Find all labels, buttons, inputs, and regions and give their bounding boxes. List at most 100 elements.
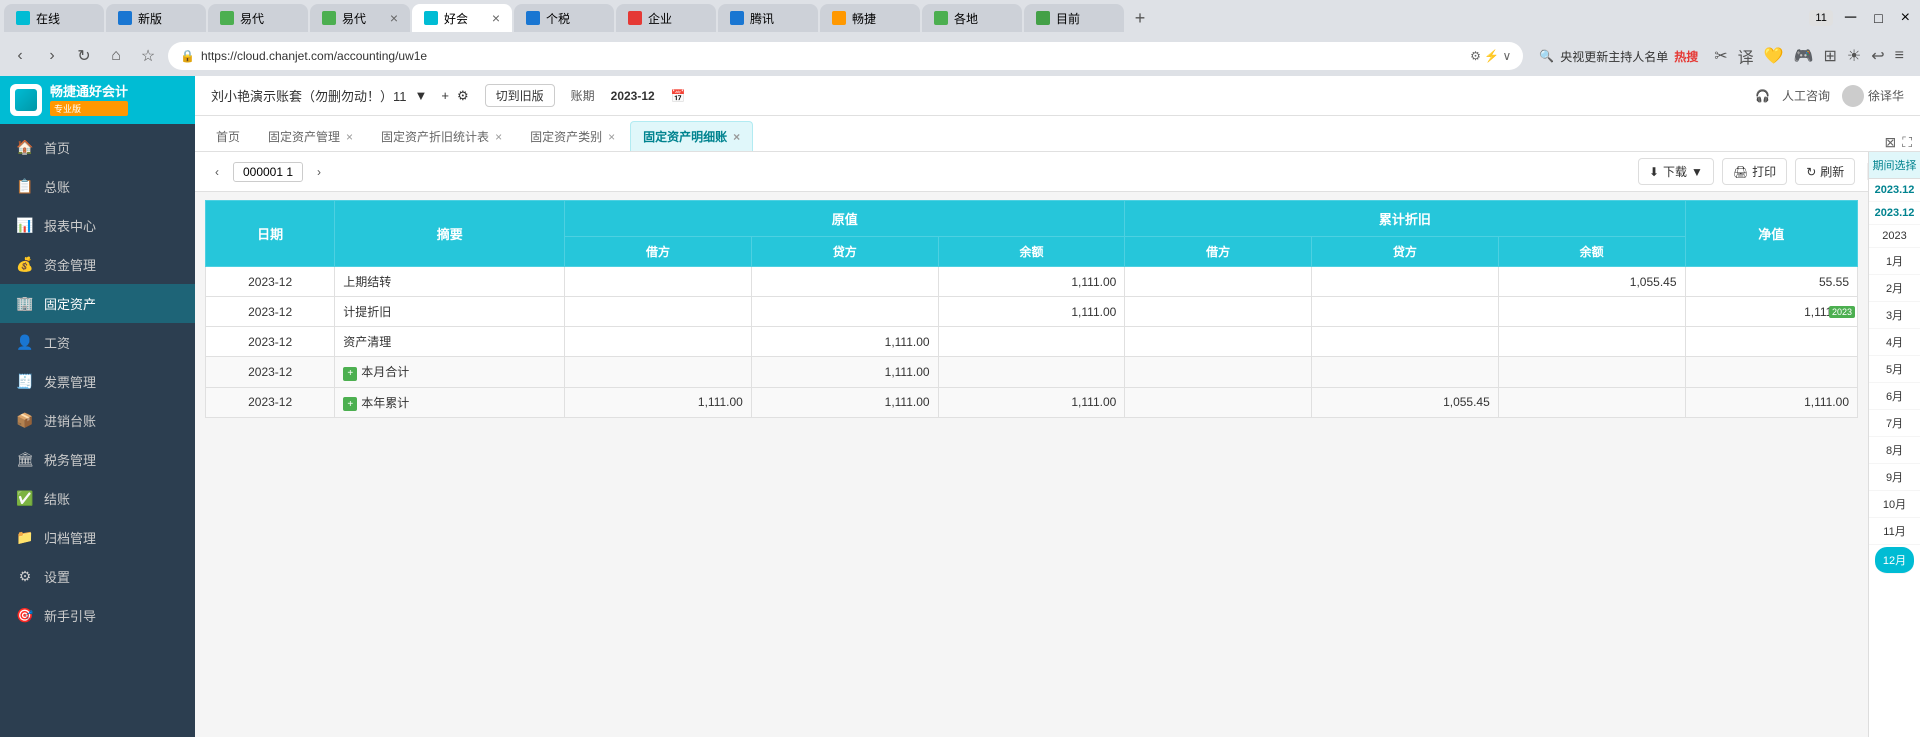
- invoice-icon: 🧾: [16, 373, 34, 391]
- add-account-btn[interactable]: +: [441, 88, 449, 103]
- period-month-5[interactable]: 5月: [1869, 356, 1920, 383]
- sidebar-label-archive: 归档管理: [44, 528, 96, 547]
- next-page-btn[interactable]: ›: [309, 162, 329, 182]
- app-header: 刘小艳演示账套（勿删勿动！）11 ▼ + ⚙ 切到旧版 账期 2023-12 📅…: [195, 76, 1920, 116]
- address-box[interactable]: 🔒 https://cloud.chanjet.com/accounting/u…: [168, 42, 1523, 70]
- account-info: 刘小艳演示账套（勿删勿动！）11 ▼ + ⚙: [211, 86, 469, 105]
- tab-fixed-asset-mgmt-label: 固定资产管理: [268, 128, 340, 145]
- history-icon[interactable]: ↩: [1871, 46, 1884, 66]
- sidebar-item-fixed-assets[interactable]: 🏢 固定资产: [0, 284, 195, 323]
- tab-expand-icon[interactable]: ⛶: [1902, 134, 1912, 151]
- period-month-10[interactable]: 10月: [1869, 491, 1920, 518]
- settings-small-icon[interactable]: ⚙: [457, 88, 469, 104]
- period-month-4[interactable]: 4月: [1869, 329, 1920, 356]
- scissors-icon[interactable]: ✂: [1714, 46, 1727, 66]
- tab-close-detail[interactable]: ×: [733, 130, 740, 144]
- dropdown-icon[interactable]: ▼: [415, 88, 428, 103]
- print-button[interactable]: 🖨 打印: [1722, 158, 1787, 185]
- prev-page-btn[interactable]: ‹: [207, 162, 227, 182]
- reload-button[interactable]: ↻: [72, 44, 96, 68]
- sidebar-item-funds[interactable]: 💰 资金管理: [0, 245, 195, 284]
- app-name: 畅捷通好会计: [50, 84, 128, 101]
- sidebar-item-ledger[interactable]: 📋 总账: [0, 167, 195, 206]
- game-icon[interactable]: 🎮: [1794, 46, 1814, 66]
- period-month-12[interactable]: 12月: [1875, 547, 1914, 574]
- period-month-11[interactable]: 11月: [1869, 518, 1920, 545]
- period-month-6[interactable]: 6月: [1869, 383, 1920, 410]
- col-date-header: 日期: [206, 201, 335, 267]
- sidebar-item-guide[interactable]: 🎯 新手引导: [0, 596, 195, 635]
- window-maximize-btn[interactable]: □: [1868, 10, 1888, 26]
- period-selected-start: 2023.12: [1869, 179, 1920, 202]
- translate-icon[interactable]: 译: [1738, 44, 1754, 68]
- period-year-2023[interactable]: 2023: [1869, 225, 1920, 248]
- tab-close-dep-stats[interactable]: ×: [495, 130, 502, 144]
- browser-tab-muqian[interactable]: 目前: [1024, 4, 1124, 32]
- tab-fullscreen-exit-icon[interactable]: ⊠: [1884, 134, 1896, 151]
- tab-close-fa-mgmt[interactable]: ×: [346, 130, 353, 144]
- tab-label: 各地: [954, 10, 1010, 27]
- tab-close-category[interactable]: ×: [608, 130, 615, 144]
- sidebar-item-closing[interactable]: ✅ 结账: [0, 479, 195, 518]
- menu-icon[interactable]: ≡: [1895, 47, 1904, 65]
- bookmark-button[interactable]: ☆: [136, 44, 160, 68]
- help-label[interactable]: 人工咨询: [1782, 87, 1830, 104]
- period-month-2[interactable]: 2月: [1869, 275, 1920, 302]
- brightness-icon[interactable]: ☀: [1847, 46, 1861, 66]
- switch-btn[interactable]: 切到旧版: [485, 84, 555, 107]
- period-month-7[interactable]: 7月: [1869, 410, 1920, 437]
- wallet-icon[interactable]: 💛: [1764, 46, 1784, 66]
- row4-orig-debit: [565, 357, 752, 388]
- download-button[interactable]: ⬇ 下载 ▼: [1638, 158, 1714, 185]
- secure-icon: 🔒: [180, 49, 195, 63]
- sidebar-item-inventory[interactable]: 📦 进销台账: [0, 401, 195, 440]
- browser-tab-yidai2[interactable]: 易代 ×: [310, 4, 410, 32]
- window-minimize-btn[interactable]: ─: [1839, 9, 1862, 27]
- period-month-1[interactable]: 1月: [1869, 248, 1920, 275]
- browser-tab-qiye[interactable]: 企业: [616, 4, 716, 32]
- calendar-icon[interactable]: 📅: [671, 89, 686, 103]
- tab-favicon: [832, 11, 846, 25]
- period-month-3[interactable]: 3月: [1869, 302, 1920, 329]
- row2-orig-debit: [565, 297, 752, 327]
- browser-tab-changjie[interactable]: 畅捷: [820, 4, 920, 32]
- browser-tab-online[interactable]: 在线: [4, 4, 104, 32]
- table-row-yearly-total: 2023-12 +本年累计 1,111.00 1,111.00 1,111.00…: [206, 387, 1858, 418]
- sidebar-item-reports[interactable]: 📊 报表中心: [0, 206, 195, 245]
- forward-button[interactable]: ›: [40, 44, 64, 68]
- tab-home[interactable]: 首页: [203, 121, 253, 151]
- browser-tab-tencent[interactable]: 腾讯: [718, 4, 818, 32]
- period-month-9[interactable]: 9月: [1869, 464, 1920, 491]
- tab-fixed-asset-mgmt[interactable]: 固定资产管理 ×: [255, 121, 366, 151]
- tab-close-icon[interactable]: ×: [390, 10, 398, 26]
- browser-tab-gedi[interactable]: 各地: [922, 4, 1022, 32]
- home-button[interactable]: ⌂: [104, 44, 128, 68]
- browser-tab-yidai1[interactable]: 易代: [208, 4, 308, 32]
- sidebar-item-invoice[interactable]: 🧾 发票管理: [0, 362, 195, 401]
- sidebar-item-archive[interactable]: 📁 归档管理: [0, 518, 195, 557]
- tab-close-icon[interactable]: ×: [492, 10, 500, 26]
- tab-asset-category-label: 固定资产类别: [530, 128, 602, 145]
- window-close-btn[interactable]: ×: [1895, 9, 1916, 27]
- tab-favicon: [220, 11, 234, 25]
- sidebar-item-settings[interactable]: ⚙ 设置: [0, 557, 195, 596]
- sidebar-item-home[interactable]: 🏠 首页: [0, 128, 195, 167]
- period-month-8[interactable]: 8月: [1869, 437, 1920, 464]
- sidebar-item-payroll[interactable]: 👤 工资: [0, 323, 195, 362]
- tab-depreciation-stats[interactable]: 固定资产折旧统计表 ×: [368, 121, 515, 151]
- print-label: 打印: [1752, 163, 1776, 180]
- sidebar-item-tax[interactable]: 🏛 税务管理: [0, 440, 195, 479]
- tab-asset-category[interactable]: 固定资产类别 ×: [517, 121, 628, 151]
- browser-tab-haokuai[interactable]: 好会 ×: [412, 4, 512, 32]
- back-button[interactable]: ‹: [8, 44, 32, 68]
- tab-asset-detail[interactable]: 固定资产明细账 ×: [630, 121, 753, 151]
- browser-tab-geshui[interactable]: 个税: [514, 4, 614, 32]
- browser-tab-new[interactable]: 新版: [106, 4, 206, 32]
- period-value: 2023-12: [611, 89, 655, 103]
- new-tab-button[interactable]: +: [1126, 4, 1154, 32]
- tab-favicon: [16, 11, 30, 25]
- row1-accum-balance: 1,055.45: [1498, 267, 1685, 297]
- grid-icon[interactable]: ⊞: [1824, 46, 1837, 66]
- refresh-button[interactable]: ↻ 刷新: [1795, 158, 1855, 185]
- browser-tab-bar: 在线 新版 易代 易代 × 好会 × 个税 企业 腾讯: [0, 0, 1920, 36]
